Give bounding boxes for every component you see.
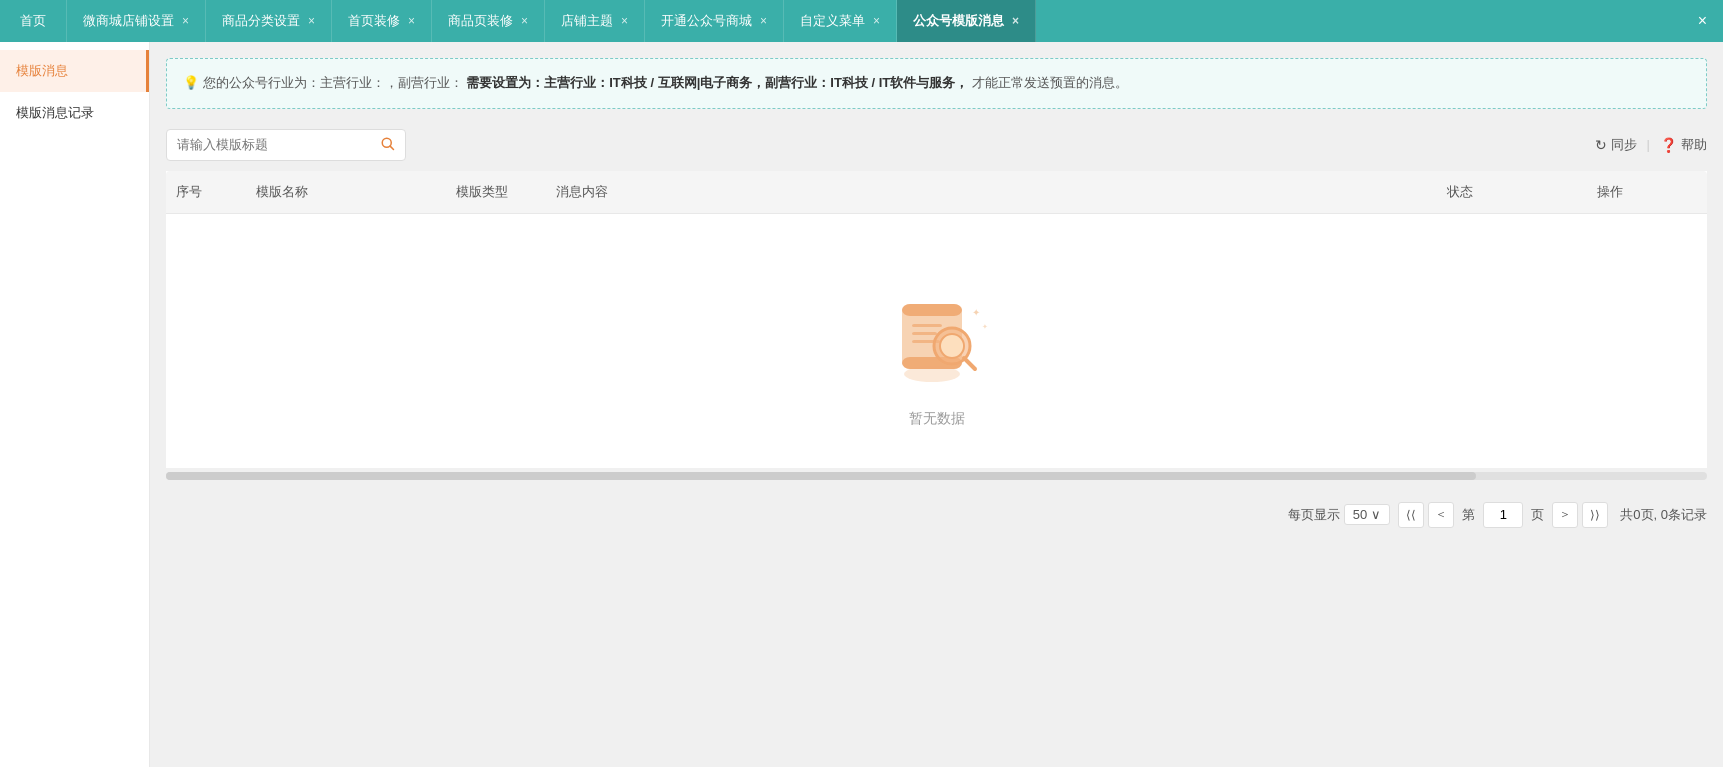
tab-theme-close[interactable]: × [621,14,628,28]
tab-theme[interactable]: 店铺主题 × [545,0,645,42]
data-table: 序号 模版名称 模版类型 消息内容 状态 操作 [166,171,1707,468]
empty-state: ✦ ✦ 暂无数据 [166,214,1707,468]
sidebar: 模版消息 模版消息记录 [0,42,150,767]
content-area: 💡 您的公众号行业为：主营行业：，副营行业： 需要设置为：主营行业：IT科技 /… [150,42,1723,767]
tab-openstore-close[interactable]: × [760,14,767,28]
tab-productpage[interactable]: 商品页装修 × [432,0,545,42]
table-scroll: 序号 模版名称 模版类型 消息内容 状态 操作 [166,171,1707,468]
main-layout: 模版消息 模版消息记录 💡 您的公众号行业为：主营行业：，副营行业： 需要设置为… [0,42,1723,767]
tab-templatemsg[interactable]: 公众号模版消息 × [897,0,1036,42]
tab-wshop-label: 微商城店铺设置 [83,12,174,30]
tab-productpage-close[interactable]: × [521,14,528,28]
notice-highlight: 需要设置为：主营行业：IT科技 / 互联网|电子商务，副营行业：IT科技 / I… [466,75,968,90]
tab-custommenu-label: 自定义菜单 [800,12,865,30]
sidebar-item-template-msg[interactable]: 模版消息 [0,50,149,92]
sync-button[interactable]: ↻ 同步 [1595,136,1637,154]
page-last-btn[interactable]: ⟩⟩ [1582,502,1608,528]
svg-rect-4 [902,304,962,316]
tab-custommenu[interactable]: 自定义菜单 × [784,0,897,42]
svg-point-10 [940,334,964,358]
scroll-thumb[interactable] [166,472,1476,480]
svg-rect-6 [912,324,942,327]
col-index: 序号 [166,171,246,214]
page-input[interactable] [1483,502,1523,528]
sync-icon: ↻ [1595,137,1607,153]
toolbar-divider: | [1647,137,1650,152]
page-size-value: 50 [1353,507,1367,522]
table-body: ✦ ✦ 暂无数据 [166,213,1707,468]
tab-home[interactable]: 首页 [0,0,67,42]
sidebar-item-template-msg-log[interactable]: 模版消息记录 [0,92,149,134]
page-next-btn[interactable]: ＞ [1552,502,1578,528]
page-total-info: 共0页, 0条记录 [1620,506,1707,524]
tab-home-label: 首页 [20,12,46,30]
search-row: ↻ 同步 | ❓ 帮助 [166,129,1707,161]
empty-text: 暂无数据 [909,410,965,428]
svg-line-1 [390,146,393,149]
tab-theme-label: 店铺主题 [561,12,613,30]
sidebar-item-template-msg-log-label: 模版消息记录 [16,105,94,120]
col-content: 消息内容 [546,171,1437,214]
col-type: 模版类型 [446,171,546,214]
page-size-select: 每页显示 50 ∨ [1288,504,1390,525]
pagination-row: 每页显示 50 ∨ ⟨⟨ ＜ 第 页 ＞ ⟩⟩ 共0页, 0条记录 [166,492,1707,534]
page-label: 第 [1462,506,1475,524]
col-status: 状态 [1437,171,1587,214]
col-action: 操作 [1587,171,1707,214]
tab-bar: 首页 微商城店铺设置 × 商品分类设置 × 首页装修 × 商品页装修 × 店铺主… [0,0,1723,42]
notice-prefix: 您的公众号行业为：主营行业：，副营行业： [203,75,463,90]
toolbar-right: ↻ 同步 | ❓ 帮助 [1595,136,1707,154]
table-header-row: 序号 模版名称 模版类型 消息内容 状态 操作 [166,171,1707,214]
table-empty-row: ✦ ✦ 暂无数据 [166,213,1707,468]
col-name: 模版名称 [246,171,446,214]
page-prev-btn[interactable]: ＜ [1428,502,1454,528]
page-first-btn[interactable]: ⟨⟨ [1398,502,1424,528]
search-icon[interactable] [380,136,395,154]
sync-label: 同步 [1611,136,1637,154]
tab-homepage[interactable]: 首页装修 × [332,0,432,42]
tab-openstore-label: 开通公众号商城 [661,12,752,30]
tab-homepage-label: 首页装修 [348,12,400,30]
svg-text:✦: ✦ [982,323,988,330]
tab-templatemsg-close[interactable]: × [1012,14,1019,28]
tab-templatemsg-label: 公众号模版消息 [913,12,1004,30]
tab-custommenu-close[interactable]: × [873,14,880,28]
empty-illustration: ✦ ✦ [877,274,997,394]
search-input[interactable] [177,137,376,152]
notice-suffix: 才能正常发送预置的消息。 [972,75,1128,90]
page-size-label: 每页显示 [1288,506,1340,524]
svg-text:✦: ✦ [972,307,980,318]
page-unit: 页 [1531,506,1544,524]
svg-rect-7 [912,332,937,335]
page-size-dropdown[interactable]: 50 ∨ [1344,504,1390,525]
scroll-track[interactable] [166,472,1707,480]
notice-banner: 💡 您的公众号行业为：主营行业：，副营行业： 需要设置为：主营行业：IT科技 /… [166,58,1707,109]
help-label: 帮助 [1681,136,1707,154]
page-size-chevron-icon: ∨ [1371,507,1381,522]
help-button[interactable]: ❓ 帮助 [1660,136,1707,154]
tab-wshop-close[interactable]: × [182,14,189,28]
tab-category-close[interactable]: × [308,14,315,28]
page-nav: ⟨⟨ ＜ 第 页 ＞ ⟩⟩ 共0页, 0条记录 [1398,502,1707,528]
tab-bar-close-all[interactable]: × [1682,0,1723,42]
help-icon: ❓ [1660,137,1677,153]
tab-homepage-close[interactable]: × [408,14,415,28]
tab-productpage-label: 商品页装修 [448,12,513,30]
tab-openstore[interactable]: 开通公众号商城 × [645,0,784,42]
tab-wshop[interactable]: 微商城店铺设置 × [67,0,206,42]
tab-category[interactable]: 商品分类设置 × [206,0,332,42]
bulb-icon: 💡 [183,75,199,90]
tab-category-label: 商品分类设置 [222,12,300,30]
svg-line-11 [964,358,975,369]
search-input-wrap[interactable] [166,129,406,161]
sidebar-item-template-msg-label: 模版消息 [16,63,68,78]
